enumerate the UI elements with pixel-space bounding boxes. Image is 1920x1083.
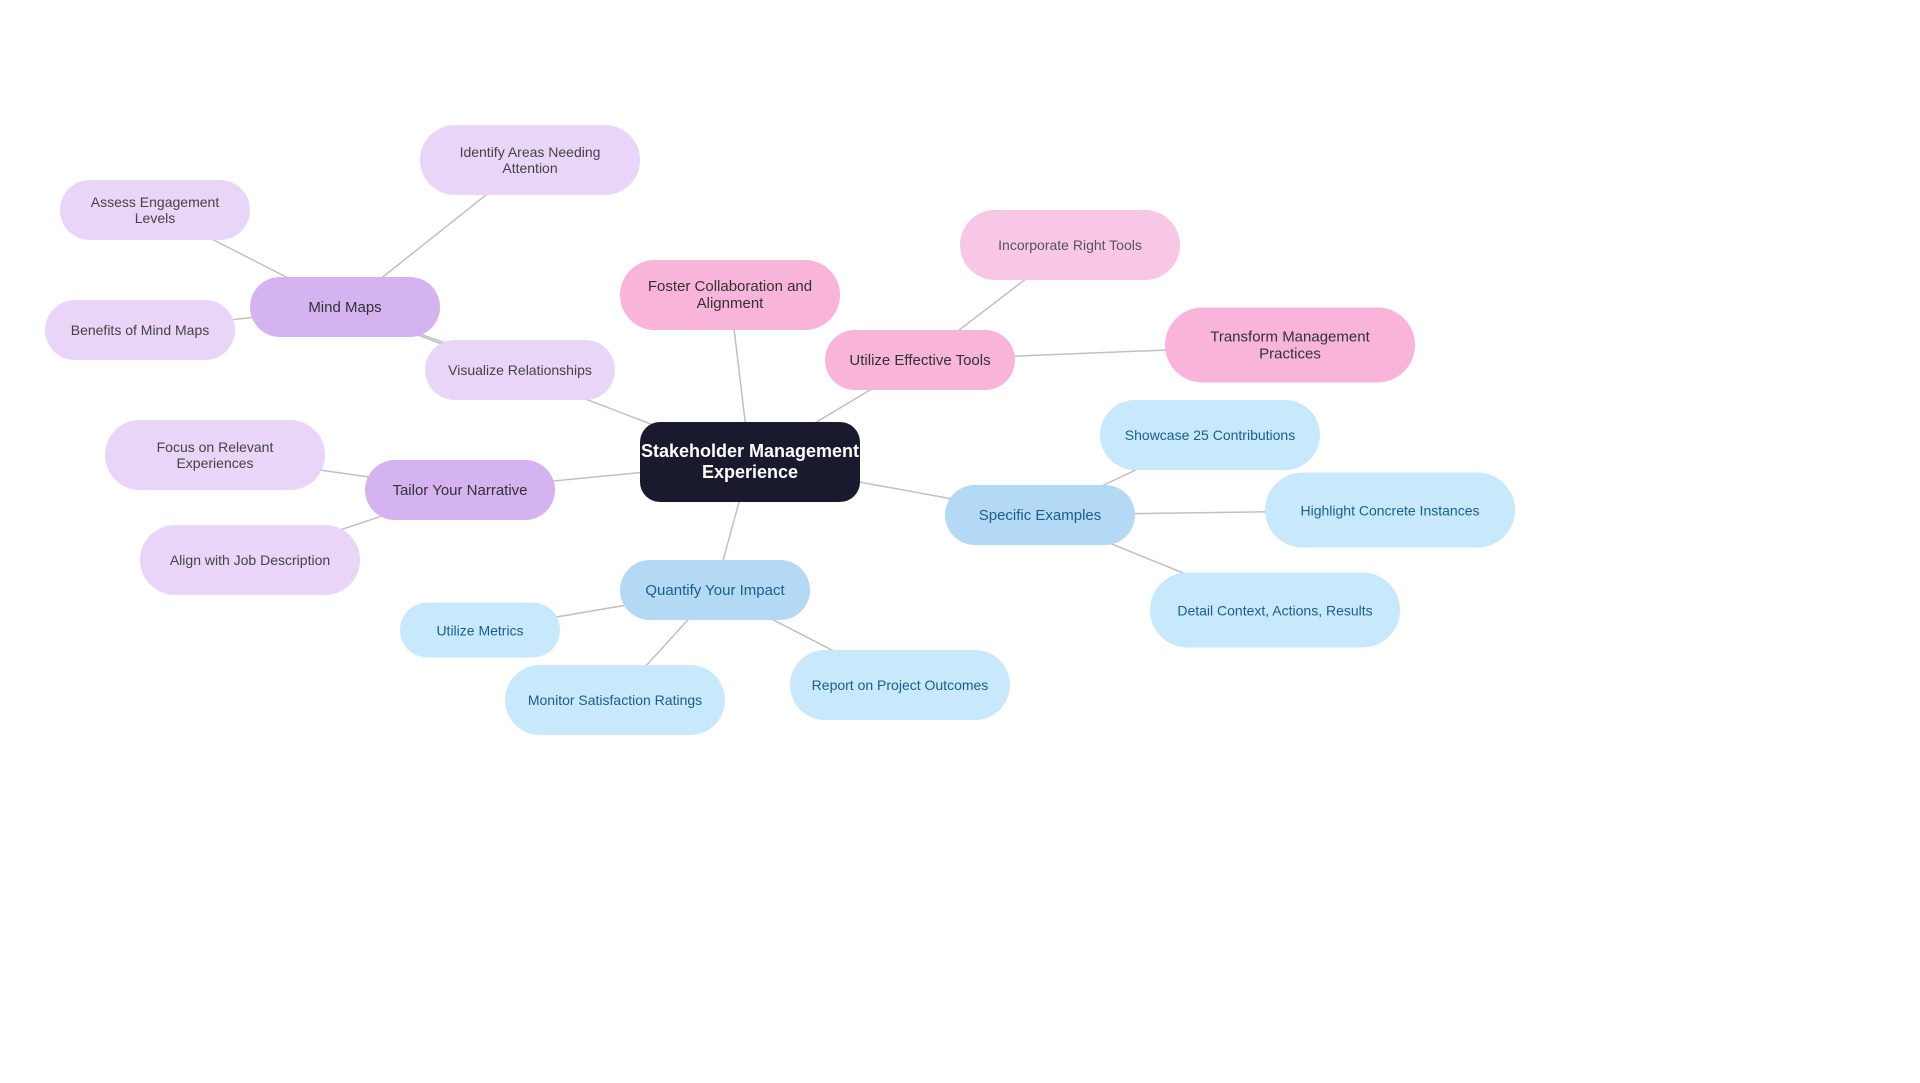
node-utilize-effective-tools[interactable]: Utilize Effective Tools	[825, 330, 1015, 390]
node-utilize-metrics[interactable]: Utilize Metrics	[400, 603, 560, 658]
node-focus-relevant[interactable]: Focus on Relevant Experiences	[105, 420, 325, 490]
node-detail-context[interactable]: Detail Context, Actions, Results	[1150, 573, 1400, 648]
node-visualize-relationships[interactable]: Visualize Relationships	[425, 340, 615, 400]
node-specific-examples[interactable]: Specific Examples	[945, 485, 1135, 545]
node-align-job[interactable]: Align with Job Description	[140, 525, 360, 595]
node-highlight-concrete[interactable]: Highlight Concrete Instances	[1265, 473, 1515, 548]
node-incorporate-right-tools[interactable]: Incorporate Right Tools	[960, 210, 1180, 280]
node-foster-collab[interactable]: Foster Collaboration and Alignment	[620, 260, 840, 330]
node-identify-areas[interactable]: Identify Areas Needing Attention	[420, 125, 640, 195]
node-benefits-mind-maps[interactable]: Benefits of Mind Maps	[45, 300, 235, 360]
node-report-project[interactable]: Report on Project Outcomes	[790, 650, 1010, 720]
node-assess-engagement[interactable]: Assess Engagement Levels	[60, 180, 250, 240]
node-showcase-25[interactable]: Showcase 25 Contributions	[1100, 400, 1320, 470]
node-monitor-satisfaction[interactable]: Monitor Satisfaction Ratings	[505, 665, 725, 735]
node-mind-maps[interactable]: Mind Maps	[250, 277, 440, 337]
node-transform-management[interactable]: Transform Management Practices	[1165, 308, 1415, 383]
node-quantify-impact[interactable]: Quantify Your Impact	[620, 560, 810, 620]
mind-map-container: Stakeholder Management Experience Mind Ma…	[0, 0, 1920, 1083]
center-node[interactable]: Stakeholder Management Experience	[640, 422, 860, 502]
node-tailor-narrative[interactable]: Tailor Your Narrative	[365, 460, 555, 520]
